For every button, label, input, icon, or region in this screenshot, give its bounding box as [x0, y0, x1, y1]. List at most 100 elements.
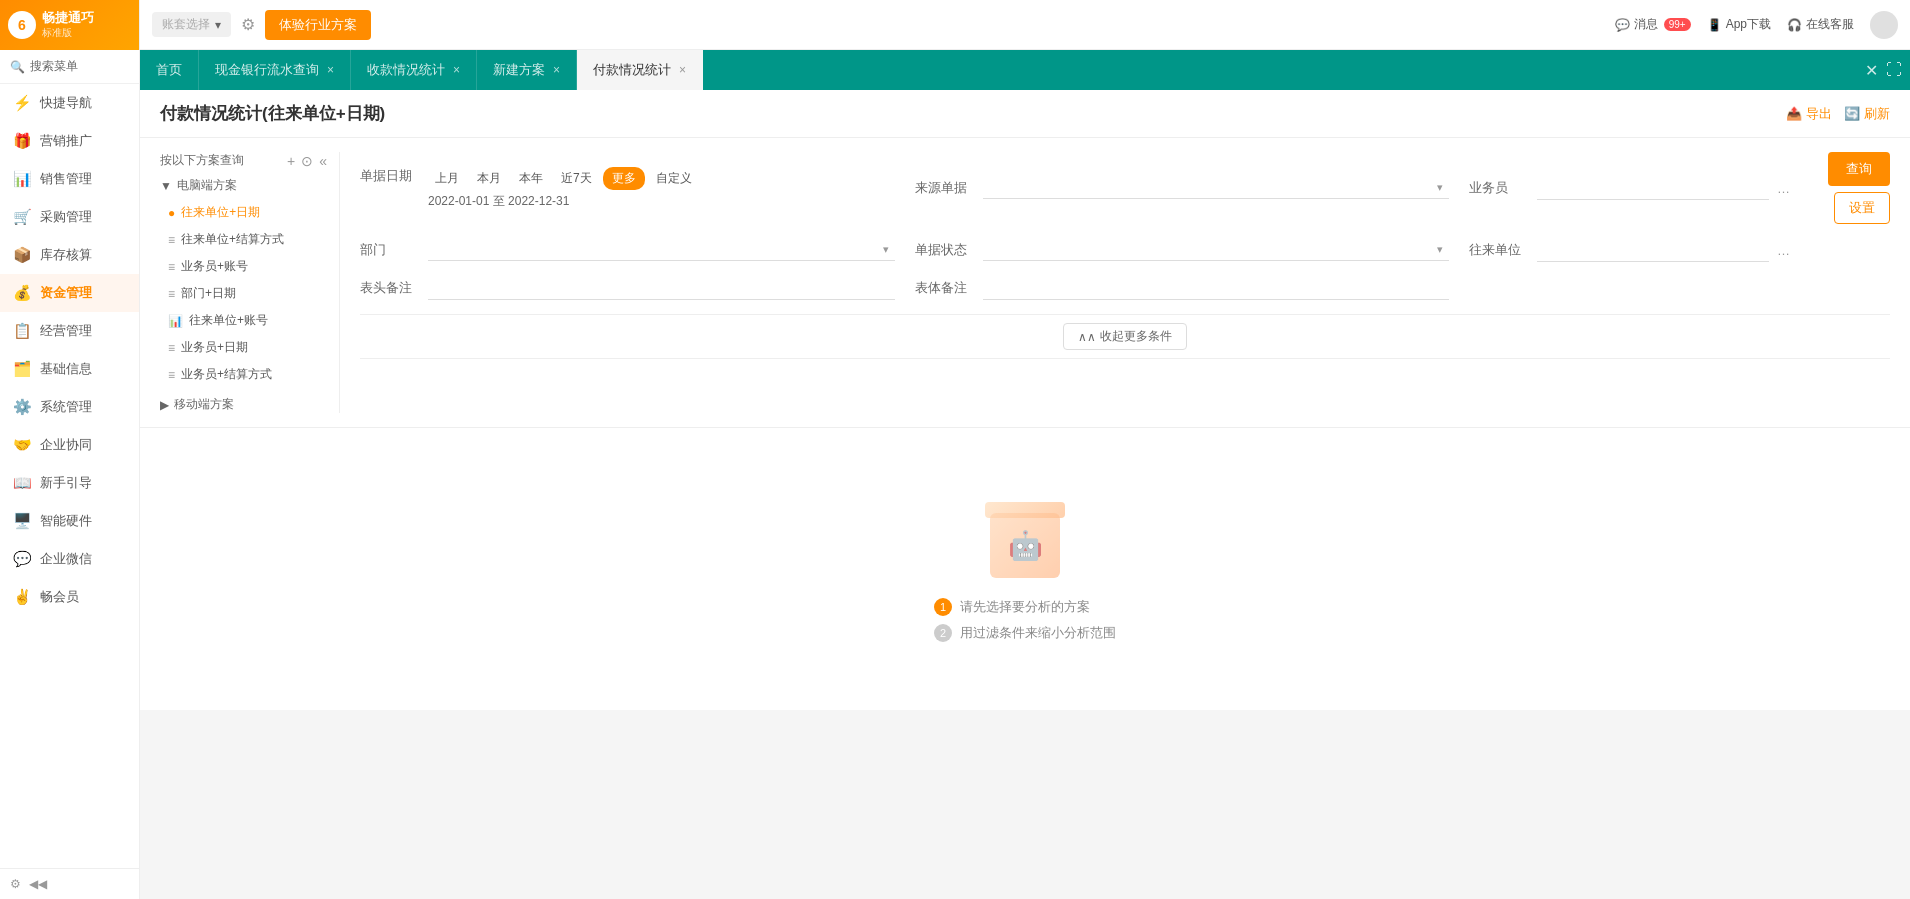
sidebar-item-hardware[interactable]: 🖥️ 智能硬件	[0, 502, 139, 540]
sidebar-item-purchase[interactable]: 🛒 采购管理	[0, 198, 139, 236]
sidebar-item-guide[interactable]: 📖 新手引导	[0, 464, 139, 502]
staff-label: 业务员	[1469, 179, 1529, 197]
marketing-icon: 🎁	[12, 132, 32, 150]
trial-btn[interactable]: 体验行业方案	[265, 10, 371, 40]
tab-payment-stats-close[interactable]: ×	[679, 63, 686, 77]
query-button[interactable]: 查询	[1828, 152, 1890, 186]
date-btn-more[interactable]: 更多	[603, 167, 645, 190]
scheme-item-staff-date[interactable]: ≡ 业务员+日期	[160, 334, 327, 361]
sidebar-item-quick-nav[interactable]: ⚡ 快捷导航	[0, 84, 139, 122]
page-content-area: 付款情况统计(往来单位+日期) 📤 导出 🔄 刷新 按以下方案查询 +	[140, 90, 1910, 899]
sidebar-item-label: 新手引导	[40, 474, 92, 492]
tab-bank-flow-close[interactable]: ×	[327, 63, 334, 77]
sidebar-item-sales[interactable]: 📊 销售管理	[0, 160, 139, 198]
scheme-item-icon-3: ≡	[168, 287, 175, 301]
collapse-btn[interactable]: ∧∧ 收起更多条件	[1063, 323, 1187, 350]
brand-info: 畅捷通巧 标准版	[42, 10, 94, 41]
sidebar-item-wechat[interactable]: 💬 企业微信	[0, 540, 139, 578]
sidebar-item-basic[interactable]: 🗂️ 基础信息	[0, 350, 139, 388]
search-menu[interactable]: 🔍 搜索菜单	[0, 50, 139, 84]
scheme-collapse-icon[interactable]: «	[319, 153, 327, 169]
scheme-item-unit-settle[interactable]: ≡ 往来单位+结算方式	[160, 226, 327, 253]
tab-close-all-icon[interactable]: ✕	[1865, 61, 1878, 80]
refresh-action[interactable]: 🔄 刷新	[1844, 105, 1890, 123]
header-note-input[interactable]	[428, 276, 895, 300]
scheme-item-unit-account[interactable]: 📊 往来单位+账号	[160, 307, 327, 334]
date-btn-7days[interactable]: 近7天	[554, 167, 599, 190]
service-icon: 🎧	[1787, 18, 1802, 32]
export-action[interactable]: 📤 导出	[1786, 105, 1832, 123]
account-dropdown-icon: ▾	[215, 18, 221, 32]
body-note-input[interactable]	[983, 276, 1450, 300]
scheme-item-staff-account[interactable]: ≡ 业务员+账号	[160, 253, 327, 280]
purchase-icon: 🛒	[12, 208, 32, 226]
collapse-sidebar-icon[interactable]: ◀◀	[29, 877, 47, 891]
tab-new-scheme-close[interactable]: ×	[553, 63, 560, 77]
tab-fullscreen-icon[interactable]: ⛶	[1886, 61, 1902, 79]
user-avatar[interactable]	[1870, 11, 1898, 39]
date-btn-custom[interactable]: 自定义	[649, 167, 699, 190]
refresh-label: 刷新	[1864, 105, 1890, 123]
date-label: 单据日期	[360, 167, 420, 185]
sidebar-item-inventory[interactable]: 📦 库存核算	[0, 236, 139, 274]
date-btn-last-month[interactable]: 上月	[428, 167, 466, 190]
scheme-item-icon-5: ≡	[168, 341, 175, 355]
tab-payment-stats[interactable]: 付款情况统计 ×	[577, 50, 703, 90]
service-label: 在线客服	[1806, 16, 1854, 33]
scheme-item-icon-0: ●	[168, 206, 175, 220]
scheme-panel-header: 按以下方案查询 + ⊙ «	[160, 152, 327, 169]
page-header-actions: 📤 导出 🔄 刷新	[1786, 105, 1890, 123]
tab-payment-stats-label: 付款情况统计	[593, 61, 671, 79]
dept-select[interactable]: ▾	[428, 239, 895, 261]
topbar-settings-icon[interactable]: ⚙	[241, 15, 255, 34]
counterpart-more-icon[interactable]: …	[1777, 243, 1790, 258]
source-select[interactable]: ▾	[983, 177, 1450, 199]
doc-status-select[interactable]: ▾	[983, 239, 1450, 261]
tab-home[interactable]: 首页	[140, 50, 199, 90]
counterpart-input[interactable]	[1537, 238, 1769, 262]
system-icon: ⚙️	[12, 398, 32, 416]
pc-group-label[interactable]: ▼ 电脑端方案	[160, 177, 327, 194]
service-item[interactable]: 🎧 在线客服	[1787, 16, 1854, 33]
search-label: 搜索菜单	[30, 58, 78, 75]
topbar: 账套选择 ▾ ⚙ 体验行业方案 💬 消息 99+ 📱 App下载 🎧 在线客服	[140, 0, 1910, 50]
scheme-item-dept-date[interactable]: ≡ 部门+日期	[160, 280, 327, 307]
brand-name: 畅捷通巧	[42, 10, 94, 27]
date-btn-this-month[interactable]: 本月	[470, 167, 508, 190]
sidebar-item-system[interactable]: ⚙️ 系统管理	[0, 388, 139, 426]
page-header: 付款情况统计(往来单位+日期) 📤 导出 🔄 刷新	[140, 90, 1910, 138]
scheme-item-staff-settle[interactable]: ≡ 业务员+结算方式	[160, 361, 327, 388]
settings-button[interactable]: 设置	[1834, 192, 1890, 224]
sidebar-item-label: 库存核算	[40, 246, 92, 264]
mobile-group-name: 移动端方案	[174, 396, 234, 413]
app-download-item[interactable]: 📱 App下载	[1707, 16, 1771, 33]
settings-footer-icon[interactable]: ⚙	[10, 877, 21, 891]
hint-num-2: 2	[934, 624, 952, 642]
mobile-group-label[interactable]: ▶ 移动端方案	[160, 396, 327, 413]
date-btn-this-year[interactable]: 本年	[512, 167, 550, 190]
staff-more-icon[interactable]: …	[1777, 181, 1790, 196]
tabbar-actions: ✕ ⛶	[1857, 61, 1910, 80]
form-row-2: 部门 ▾ 单据状态 ▾	[360, 238, 1890, 262]
sidebar-item-business[interactable]: 📋 经营管理	[0, 312, 139, 350]
scheme-settings-icon[interactable]: ⊙	[301, 153, 313, 169]
tab-receipt-stats-close[interactable]: ×	[453, 63, 460, 77]
scheme-add-icon[interactable]: +	[287, 153, 295, 169]
notifications-item[interactable]: 💬 消息 99+	[1615, 16, 1691, 33]
scheme-item-label-5: 业务员+日期	[181, 339, 248, 356]
tab-bank-flow[interactable]: 现金银行流水查询 ×	[199, 50, 351, 90]
sidebar-item-marketing[interactable]: 🎁 营销推广	[0, 122, 139, 160]
sidebar-item-vip[interactable]: ✌️ 畅会员	[0, 578, 139, 616]
tab-new-scheme[interactable]: 新建方案 ×	[477, 50, 577, 90]
vip-icon: ✌️	[12, 588, 32, 606]
account-selector[interactable]: 账套选择 ▾	[152, 12, 231, 37]
sidebar-item-finance[interactable]: 💰 资金管理	[0, 274, 139, 312]
sidebar-item-label: 经营管理	[40, 322, 92, 340]
logo-icon: 6	[8, 11, 36, 39]
sidebar-item-enterprise[interactable]: 🤝 企业协同	[0, 426, 139, 464]
body-note-label: 表体备注	[915, 279, 975, 297]
scheme-item-unit-date[interactable]: ● 往来单位+日期	[160, 199, 327, 226]
tab-receipt-stats[interactable]: 收款情况统计 ×	[351, 50, 477, 90]
staff-input[interactable]	[1537, 176, 1769, 200]
scheme-item-label-2: 业务员+账号	[181, 258, 248, 275]
